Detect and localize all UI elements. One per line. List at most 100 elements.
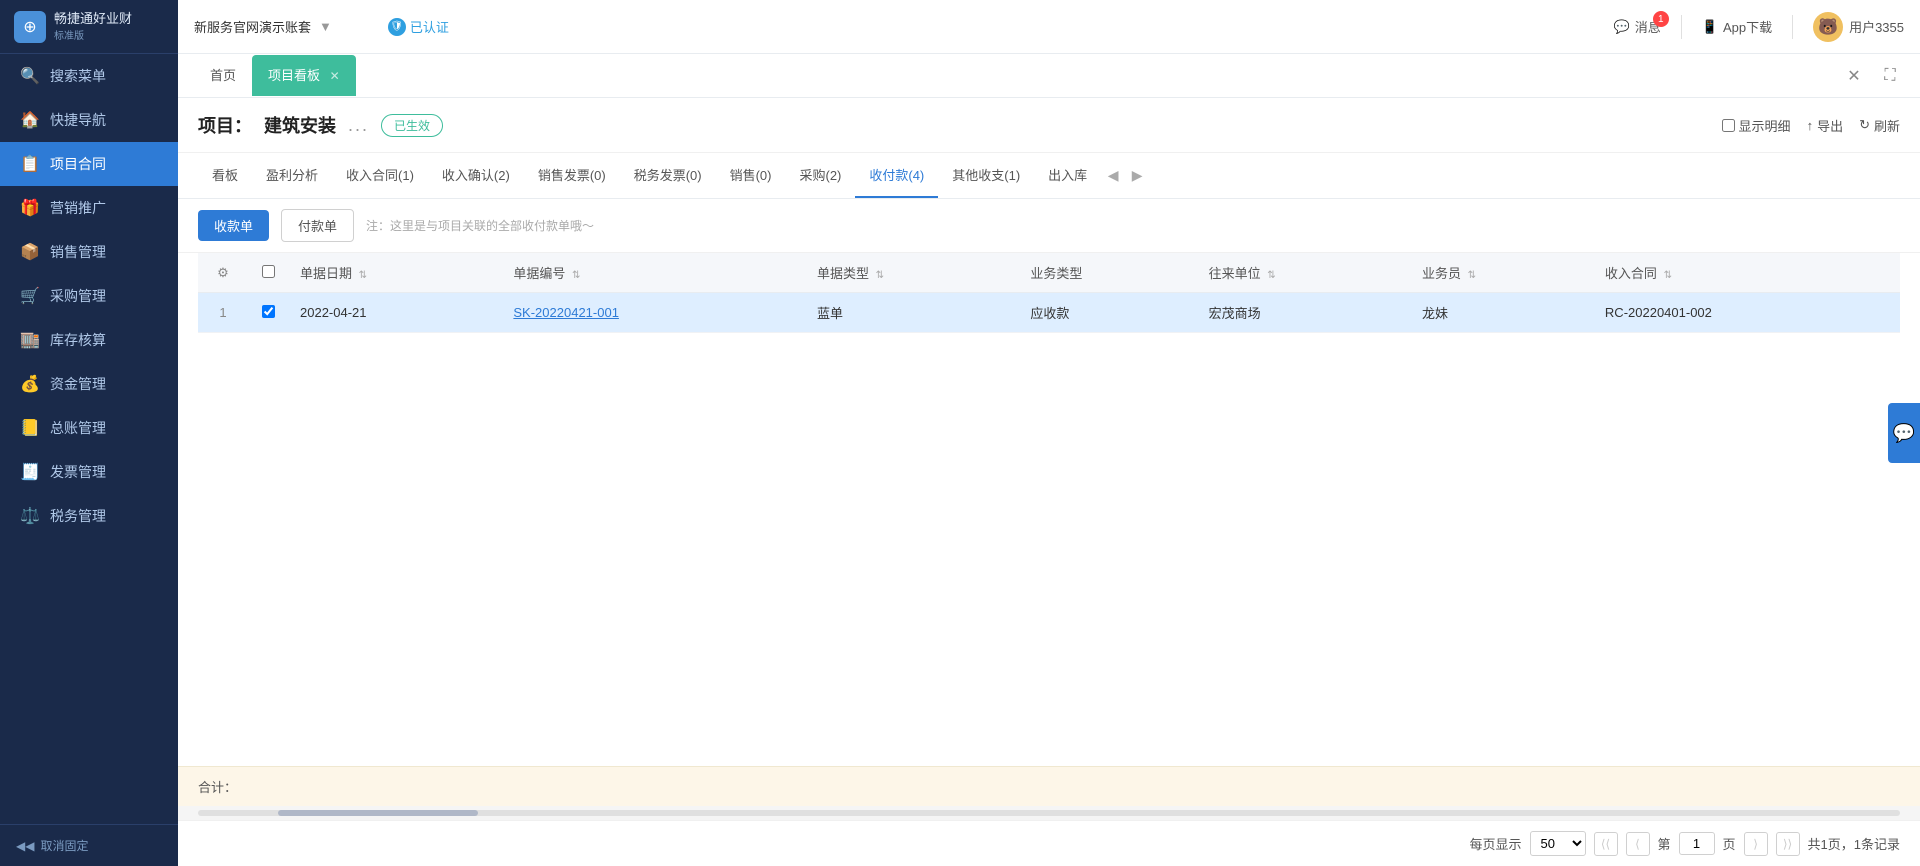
horizontal-scrollbar[interactable] bbox=[178, 806, 1920, 820]
sidebar-item-marketing[interactable]: 🎁 营销推广 bbox=[0, 186, 178, 230]
content-area: 项目： 建筑安装 ... 已生效 显示明细 ↑ 导出 ↻ 刷新 bbox=[178, 98, 1920, 866]
subtab-inout-storage[interactable]: 出入库 bbox=[1034, 153, 1101, 198]
divider bbox=[1681, 15, 1682, 39]
export-label: 导出 bbox=[1817, 116, 1843, 135]
invoice-icon: 🧾 bbox=[20, 462, 40, 482]
page-size-select[interactable]: 50 10 20 100 bbox=[1530, 831, 1586, 856]
tab-home[interactable]: 首页 bbox=[194, 55, 252, 96]
logo-text: 畅捷通好业财 bbox=[54, 11, 132, 28]
subtab-tax-invoice[interactable]: 税务发票(0) bbox=[620, 153, 716, 198]
receipt-btn[interactable]: 收款单 bbox=[198, 210, 269, 241]
sidebar-item-label: 快捷导航 bbox=[50, 110, 106, 130]
sidebar-logo: ⊕ 畅捷通好业财 标准版 bbox=[0, 0, 178, 54]
subtab-sales[interactable]: 销售(0) bbox=[716, 153, 786, 198]
topbar-account: 新服务官网演示账套 ▼ 🛡 已认证 bbox=[194, 17, 1602, 36]
sidebar-item-tax[interactable]: ⚖️ 税务管理 bbox=[0, 494, 178, 538]
app-download-button[interactable]: 📱 App下载 bbox=[1702, 17, 1772, 36]
ledger-icon: 📒 bbox=[20, 418, 40, 438]
subtab-income-contract[interactable]: 收入合同(1) bbox=[332, 153, 428, 198]
purchase-icon: 🛒 bbox=[20, 286, 40, 306]
sidebar-item-sales[interactable]: 📦 销售管理 bbox=[0, 230, 178, 274]
show-detail-label: 显示明细 bbox=[1739, 116, 1791, 135]
panel-toolbar: 收款单 付款单 注：这里是与项目关联的全部收付款单哦～ bbox=[178, 199, 1920, 253]
subtab-profit[interactable]: 盈利分析 bbox=[252, 153, 332, 198]
show-detail-input[interactable] bbox=[1722, 119, 1735, 132]
home-icon: 🏠 bbox=[20, 110, 40, 130]
select-all-checkbox[interactable] bbox=[262, 265, 275, 278]
subtab-arrow-left[interactable]: ◀ bbox=[1101, 164, 1125, 188]
project-more-icon[interactable]: ... bbox=[348, 115, 369, 136]
user-menu[interactable]: 🐻 用户3355 bbox=[1813, 12, 1904, 42]
col-header-partner[interactable]: 往来单位 ⇅ bbox=[1197, 253, 1410, 293]
maximize-window-button[interactable]: ⛶ bbox=[1876, 62, 1904, 90]
logo-icon: ⊕ bbox=[14, 11, 46, 43]
record-link[interactable]: SK-20220421-001 bbox=[513, 305, 619, 320]
divider2 bbox=[1792, 15, 1793, 39]
refresh-icon: ↻ bbox=[1859, 117, 1870, 133]
tab-project-board[interactable]: 项目看板 ✕ bbox=[252, 55, 356, 96]
search-icon: 🔍 bbox=[20, 66, 40, 86]
sort-icon-staff: ⇅ bbox=[1468, 270, 1476, 281]
messages-button[interactable]: 💬 消息 1 bbox=[1614, 17, 1661, 36]
sort-icon-partner: ⇅ bbox=[1267, 270, 1275, 281]
cell-code[interactable]: SK-20220421-001 bbox=[501, 293, 805, 333]
col-header-check[interactable] bbox=[248, 253, 288, 293]
sidebar-unpin[interactable]: ◀◀ 取消固定 bbox=[0, 824, 178, 866]
refresh-button[interactable]: ↻ 刷新 bbox=[1859, 116, 1900, 135]
scrollbar-thumb[interactable] bbox=[278, 810, 478, 816]
subtab-purchase[interactable]: 采购(2) bbox=[785, 153, 855, 198]
export-button[interactable]: ↑ 导出 bbox=[1807, 116, 1844, 135]
tab-close-icon[interactable]: ✕ bbox=[330, 69, 340, 83]
col-header-date[interactable]: 单据日期 ⇅ bbox=[288, 253, 501, 293]
settings-icon[interactable]: ⚙ bbox=[217, 265, 229, 280]
sidebar-item-search[interactable]: 🔍 搜索菜单 bbox=[0, 54, 178, 98]
sidebar-item-project-contract[interactable]: 📋 项目合同 bbox=[0, 142, 178, 186]
subtab-arrow-right[interactable]: ▶ bbox=[1125, 164, 1149, 188]
col-header-biz-type: 业务类型 bbox=[1018, 253, 1196, 293]
payment-btn[interactable]: 付款单 bbox=[281, 209, 354, 242]
page-number-input[interactable] bbox=[1679, 832, 1715, 855]
table-container[interactable]: ⚙ 单据日期 ⇅ 单据编号 ⇅ bbox=[178, 253, 1920, 766]
sidebar-item-label: 库存核算 bbox=[50, 330, 106, 350]
col-header-staff[interactable]: 业务员 ⇅ bbox=[1410, 253, 1593, 293]
show-detail-checkbox[interactable]: 显示明细 bbox=[1722, 116, 1791, 135]
page-last-button[interactable]: ⟩⟩ bbox=[1776, 832, 1800, 856]
sidebar-item-label: 营销推广 bbox=[50, 198, 106, 218]
sidebar-item-inventory[interactable]: 🏬 库存核算 bbox=[0, 318, 178, 362]
col-header-type[interactable]: 单据类型 ⇅ bbox=[805, 253, 1018, 293]
account-dropdown-icon[interactable]: ▼ bbox=[319, 19, 332, 34]
app-download-label: App下载 bbox=[1723, 17, 1772, 36]
sidebar-item-label: 销售管理 bbox=[50, 242, 106, 262]
total-row: 合计： bbox=[178, 766, 1920, 806]
col-header-income-contract[interactable]: 收入合同 ⇅ bbox=[1593, 253, 1900, 293]
subtab-receipt-payment[interactable]: 收付款(4) bbox=[855, 153, 938, 198]
page-label: 第 bbox=[1658, 834, 1671, 853]
subtab-other-receipt[interactable]: 其他收支(1) bbox=[938, 153, 1034, 198]
close-window-button[interactable]: ✕ bbox=[1840, 62, 1868, 90]
cell-biz-type: 应收款 bbox=[1018, 293, 1196, 333]
right-chat-button[interactable]: 💬 bbox=[1888, 403, 1920, 463]
main-area: 新服务官网演示账套 ▼ 🛡 已认证 💬 消息 1 📱 App下载 🐻 用户3 bbox=[178, 0, 1920, 866]
sidebar-item-ledger[interactable]: 📒 总账管理 bbox=[0, 406, 178, 450]
sidebar-item-invoice[interactable]: 🧾 发票管理 bbox=[0, 450, 178, 494]
topbar-right: 💬 消息 1 📱 App下载 🐻 用户3355 bbox=[1614, 12, 1904, 42]
unpin-label: 取消固定 bbox=[40, 837, 88, 854]
subtab-income-confirm[interactable]: 收入确认(2) bbox=[428, 153, 524, 198]
cell-date: 2022-04-21 bbox=[288, 293, 501, 333]
sidebar-item-finance[interactable]: 💰 资金管理 bbox=[0, 362, 178, 406]
subtab-sales-invoice[interactable]: 销售发票(0) bbox=[524, 153, 620, 198]
page-first-button[interactable]: ⟨⟨ bbox=[1594, 832, 1618, 856]
col-header-code[interactable]: 单据编号 ⇅ bbox=[501, 253, 805, 293]
page-next-button[interactable]: ⟩ bbox=[1744, 832, 1768, 856]
scrollbar-track[interactable] bbox=[198, 810, 1900, 816]
sidebar-item-purchase[interactable]: 🛒 采购管理 bbox=[0, 274, 178, 318]
row-checkbox[interactable] bbox=[262, 305, 275, 318]
tabsbar-actions: ✕ ⛶ bbox=[1840, 62, 1904, 90]
total-pages-label: 共1页，1条记录 bbox=[1808, 834, 1900, 853]
cell-check[interactable] bbox=[248, 293, 288, 333]
table-row[interactable]: 1 2022-04-21 SK-20220421-001 蓝单 应收款 宏茂商场… bbox=[198, 293, 1900, 333]
page-prev-button[interactable]: ⟨ bbox=[1626, 832, 1650, 856]
sidebar-item-quick-nav[interactable]: 🏠 快捷导航 bbox=[0, 98, 178, 142]
subtab-board[interactable]: 看板 bbox=[198, 153, 252, 198]
col-header-settings[interactable]: ⚙ bbox=[198, 253, 248, 293]
